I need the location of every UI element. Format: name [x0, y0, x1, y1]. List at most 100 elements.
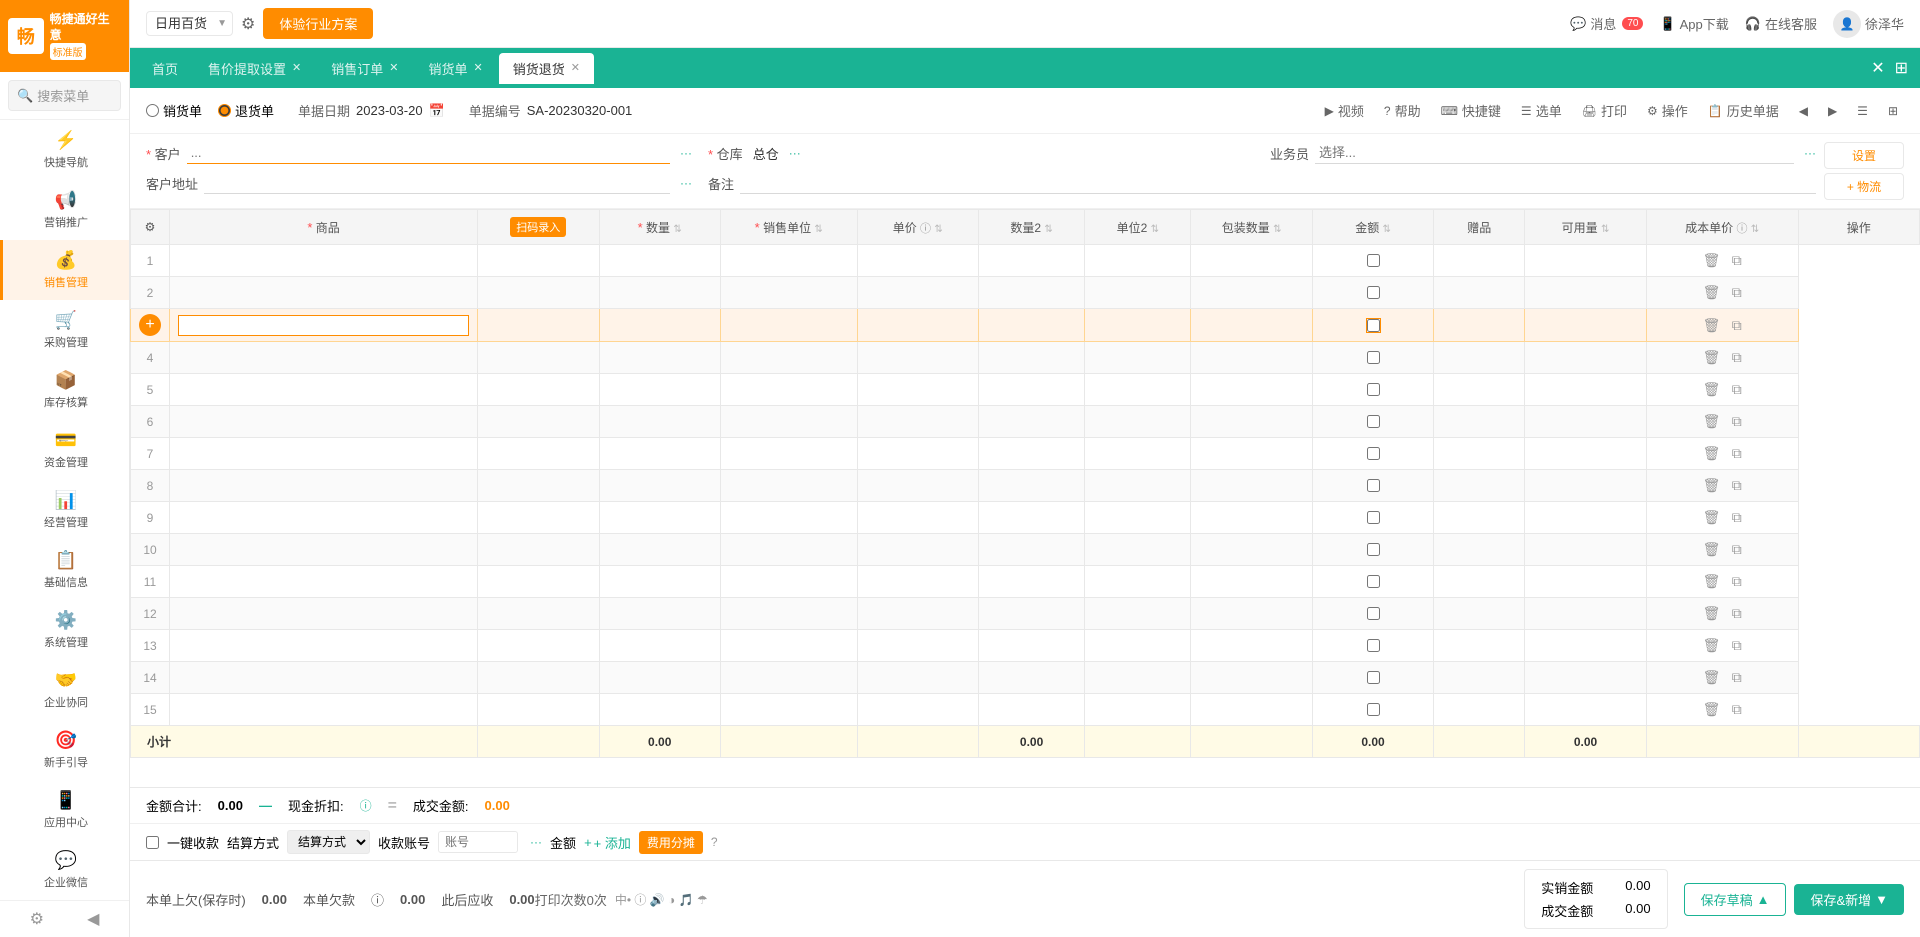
qty2-cell[interactable]	[857, 438, 978, 470]
copy-row-button[interactable]: ⧉	[1728, 347, 1746, 368]
sales-type-input[interactable]	[146, 104, 159, 117]
sidebar-item-appstore[interactable]: 📱 应用中心	[0, 780, 129, 840]
gift-checkbox[interactable]	[1367, 447, 1380, 460]
gift-checkbox[interactable]	[1367, 671, 1380, 684]
qty2-cell[interactable]	[857, 662, 978, 694]
unit2-cell[interactable]	[978, 694, 1084, 726]
qty-sort-icon[interactable]: ⇅	[673, 224, 681, 235]
amount-cell[interactable]	[1191, 502, 1312, 534]
qty-cell[interactable]	[478, 309, 599, 342]
tab-price-setting[interactable]: 售价提取设置 ✕	[194, 53, 315, 84]
qty2-cell[interactable]	[857, 342, 978, 374]
amount-cell[interactable]	[1191, 438, 1312, 470]
pack-qty-cell[interactable]	[1085, 502, 1191, 534]
amount-cell[interactable]	[1191, 342, 1312, 374]
date-picker-button[interactable]: 📅	[429, 103, 445, 119]
delete-row-button[interactable]: 🗑	[1699, 250, 1725, 271]
tab-close-all[interactable]: ✕	[1867, 54, 1888, 82]
cost-price-cell[interactable]	[1525, 694, 1646, 726]
unit2-cell[interactable]	[978, 566, 1084, 598]
salesperson-select-dots[interactable]: ···	[1804, 146, 1816, 160]
print-button[interactable]: 🖨 打印	[1576, 98, 1633, 123]
cost-price-cell[interactable]	[1525, 470, 1646, 502]
delete-row-button[interactable]: 🗑	[1699, 347, 1725, 368]
qty-cell[interactable]	[478, 245, 599, 277]
delete-row-button[interactable]: 🗑	[1699, 571, 1725, 592]
scan-button[interactable]: 扫码录入	[510, 217, 566, 237]
cost-price-cell[interactable]	[1525, 438, 1646, 470]
unit-cell[interactable]	[599, 630, 720, 662]
pack-qty-cell[interactable]	[1085, 630, 1191, 662]
cost-price-cell[interactable]	[1525, 534, 1646, 566]
account-input[interactable]	[438, 831, 518, 853]
delete-row-button[interactable]: 🗑	[1699, 379, 1725, 400]
price-cell[interactable]	[720, 277, 857, 309]
amount-cell[interactable]	[1191, 630, 1312, 662]
amount-cell[interactable]	[1191, 534, 1312, 566]
tab-sales-return[interactable]: 销货退货 ✕	[499, 53, 594, 84]
copy-row-button[interactable]: ⧉	[1728, 379, 1746, 400]
price-cell[interactable]	[720, 374, 857, 406]
discount-info-icon[interactable]: ⓘ	[360, 797, 372, 814]
available-cell[interactable]	[1434, 438, 1525, 470]
cost-price-cell[interactable]	[1525, 662, 1646, 694]
gift-cell[interactable]	[1312, 277, 1433, 309]
sidebar-item-enterprise[interactable]: 🤝 企业协同	[0, 660, 129, 720]
account-select-dots[interactable]: ···	[530, 835, 542, 849]
pack-qty-cell[interactable]	[1085, 342, 1191, 374]
unit2-cell[interactable]	[978, 245, 1084, 277]
unit-cell[interactable]	[599, 502, 720, 534]
unit2-cell[interactable]	[978, 374, 1084, 406]
qty2-cell[interactable]	[857, 470, 978, 502]
unit2-cell[interactable]	[978, 630, 1084, 662]
qty2-cell[interactable]	[857, 277, 978, 309]
unit-cell[interactable]	[599, 406, 720, 438]
price-cell[interactable]	[720, 438, 857, 470]
price-info-icon[interactable]: ⓘ	[920, 223, 931, 235]
add-payment-button[interactable]: + + 添加	[584, 833, 631, 852]
gift-cell[interactable]	[1312, 470, 1433, 502]
pack-qty-cell[interactable]	[1085, 277, 1191, 309]
cost-price-cell[interactable]	[1525, 566, 1646, 598]
qty-cell[interactable]	[478, 630, 599, 662]
address-select-dots[interactable]: ···	[680, 176, 692, 190]
sidebar-item-marketing[interactable]: 📢 营销推广	[0, 180, 129, 240]
fee-split-button[interactable]: 费用分摊	[639, 831, 703, 854]
app-download-button[interactable]: 📱 App下载	[1659, 14, 1728, 33]
available-cell[interactable]	[1434, 374, 1525, 406]
pack-qty-cell[interactable]	[1085, 245, 1191, 277]
price-cell[interactable]	[720, 662, 857, 694]
tab-home[interactable]: 首页	[138, 53, 192, 84]
qty-cell[interactable]	[478, 342, 599, 374]
qty-cell[interactable]	[478, 502, 599, 534]
industry-select-wrap[interactable]: 日用百货	[146, 11, 233, 36]
unit-cell[interactable]	[599, 598, 720, 630]
copy-row-button[interactable]: ⧉	[1728, 315, 1746, 336]
gift-cell[interactable]	[1312, 662, 1433, 694]
qty2-cell[interactable]	[857, 245, 978, 277]
pack-qty-cell[interactable]	[1085, 662, 1191, 694]
amount-cell[interactable]	[1191, 470, 1312, 502]
price-cell[interactable]	[720, 309, 857, 342]
unit-cell[interactable]	[599, 438, 720, 470]
available-cell[interactable]	[1434, 342, 1525, 374]
unit2-cell[interactable]	[978, 470, 1084, 502]
gift-checkbox[interactable]	[1367, 351, 1380, 364]
qty-cell[interactable]	[478, 277, 599, 309]
cost-price-cell[interactable]	[1525, 277, 1646, 309]
sidebar-item-inventory[interactable]: 📦 库存核算	[0, 360, 129, 420]
amount-cell[interactable]	[1191, 277, 1312, 309]
unit2-cell[interactable]	[978, 598, 1084, 630]
unit2-sort-icon[interactable]: ⇅	[1151, 224, 1159, 235]
history-button[interactable]: 📋 历史单据	[1702, 98, 1785, 123]
copy-row-button[interactable]: ⧉	[1728, 667, 1746, 688]
qty2-cell[interactable]	[857, 534, 978, 566]
pack-qty-cell[interactable]	[1085, 534, 1191, 566]
settings-bottom-button[interactable]: ⚙	[30, 909, 44, 929]
copy-row-button[interactable]: ⧉	[1728, 443, 1746, 464]
unit-cell[interactable]	[599, 470, 720, 502]
product-cell[interactable]	[170, 694, 478, 726]
gift-checkbox[interactable]	[1367, 511, 1380, 524]
pack-qty-cell[interactable]	[1085, 598, 1191, 630]
qty-cell[interactable]	[478, 470, 599, 502]
